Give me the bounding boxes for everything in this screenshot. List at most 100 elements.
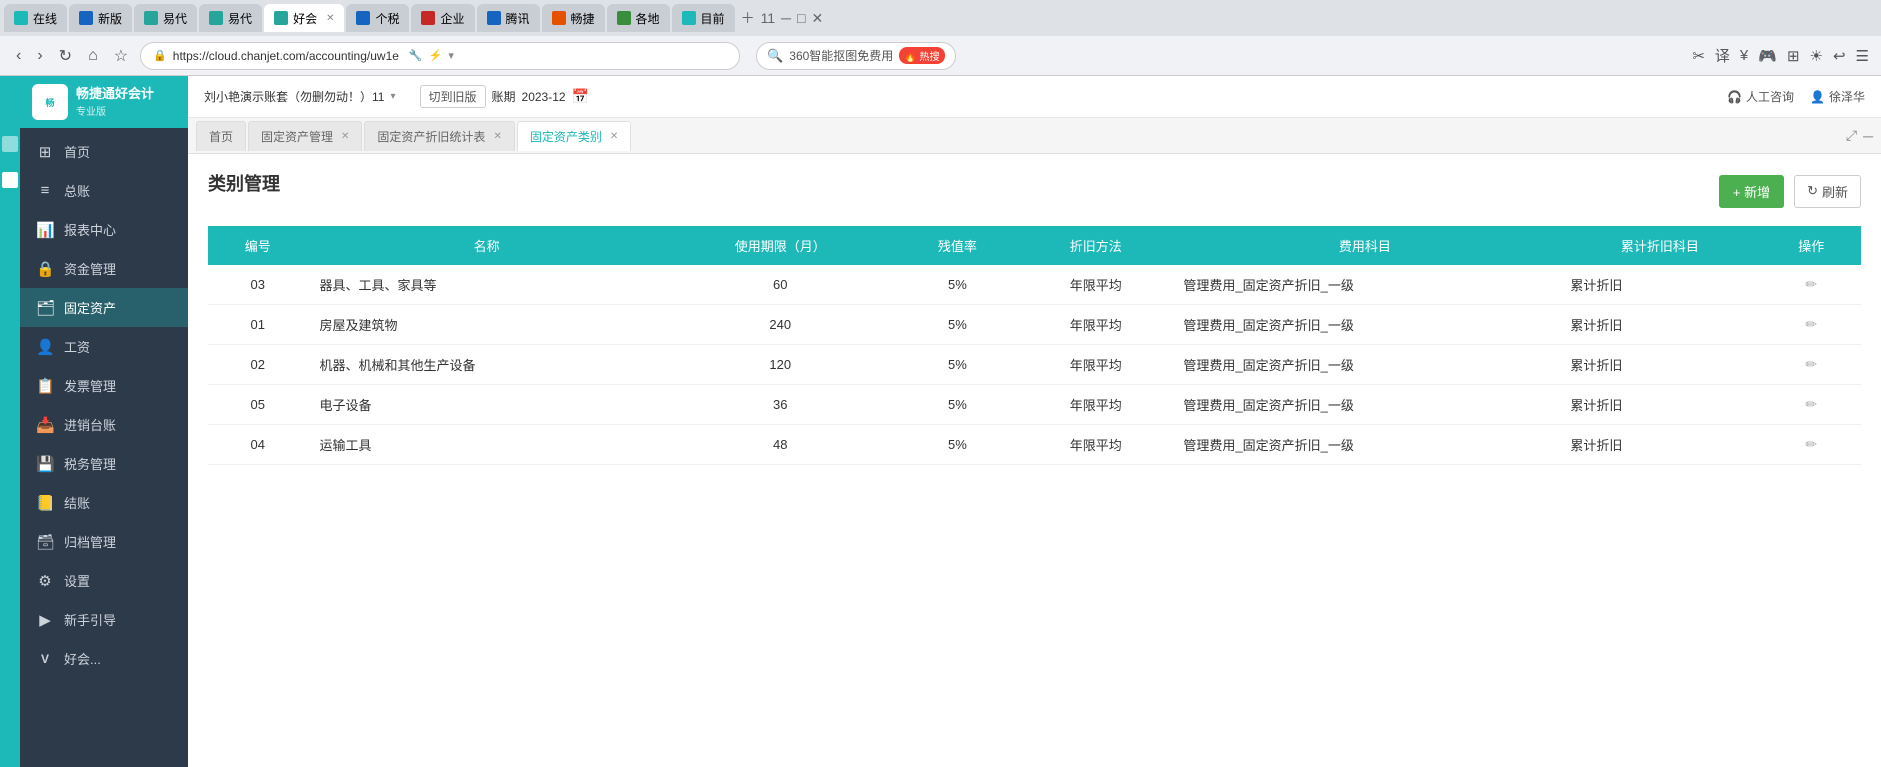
- search-bar[interactable]: 🔍 360智能抠图免费用 🔥 热搜: [756, 42, 955, 70]
- app-tab-depreciation-stat[interactable]: 固定资产折旧统计表 ✕: [364, 121, 514, 151]
- col-header-name: 名称: [308, 226, 666, 265]
- search-text: 360智能抠图免费用: [789, 47, 893, 64]
- add-category-button[interactable]: + 新增: [1719, 175, 1784, 208]
- sidebar-item-invoice[interactable]: 📋 发票管理: [20, 366, 188, 405]
- cell-method: 年限平均: [1020, 425, 1171, 465]
- tab-minimize-button[interactable]: ─: [1863, 128, 1873, 144]
- sidebar-item-sales[interactable]: 📥 进销台账: [20, 405, 188, 444]
- browser-toolbar-right: ✂ 译 ¥ 🎮 ⊞ ☀ ↩ ☰: [1692, 45, 1869, 66]
- maximize-button[interactable]: □: [797, 10, 805, 26]
- minimize-button[interactable]: ─: [781, 10, 791, 26]
- sidebar-item-home-label: 首页: [64, 142, 90, 161]
- app-tab-asset-category-close[interactable]: ✕: [610, 131, 618, 142]
- table-body: 03 器具、工具、家具等 60 5% 年限平均 管理费用_固定资产折旧_一级 累…: [208, 265, 1861, 465]
- translate-icon[interactable]: 译: [1715, 45, 1730, 66]
- app-tab-assets-mgmt[interactable]: 固定资产管理 ✕: [248, 121, 362, 151]
- app-tab-assets-mgmt-close[interactable]: ✕: [341, 131, 349, 142]
- sidebar-item-guide-label: 新手引导: [64, 610, 116, 629]
- user-dropdown-icon[interactable]: ▾: [390, 91, 395, 102]
- sidebar-item-settlement[interactable]: 📒 结账: [20, 483, 188, 522]
- app-tab-asset-category[interactable]: 固定资产类别 ✕: [517, 121, 631, 151]
- edit-button[interactable]: ✏: [1805, 396, 1817, 412]
- user-info: 刘小艳演示账套（勿删勿动！）11 ▾: [204, 88, 396, 105]
- edit-button[interactable]: ✏: [1805, 276, 1817, 292]
- game-icon[interactable]: 🎮: [1758, 47, 1777, 65]
- switch-version-button[interactable]: 切到旧版: [420, 85, 486, 108]
- sidebar-menu: ⊞ 首页 ≡ 总账 📊 报表中心 🔒 资金管理 🗂 固定资产 👤 工资: [20, 128, 188, 767]
- cell-rate: 5%: [895, 425, 1020, 465]
- browser-tab-xinban[interactable]: 新版: [69, 4, 132, 32]
- cell-accum: 累计折旧: [1558, 305, 1761, 345]
- cell-period: 48: [666, 425, 895, 465]
- sidebar: 畅 畅捷通好会计 专业版 ⊞ 首页 ≡ 总账 📊 报表中心 🔒 资金管理: [20, 76, 188, 767]
- tab-list-button[interactable]: 11: [761, 10, 776, 26]
- page-title: 类别管理: [208, 170, 280, 196]
- tab-expand-button[interactable]: ⤢: [1846, 127, 1857, 144]
- refresh-icon: ↻: [1807, 183, 1818, 199]
- user-profile-button[interactable]: 👤 徐泽华: [1810, 88, 1865, 105]
- cell-method: 年限平均: [1020, 305, 1171, 345]
- browser-tab-yidai1[interactable]: 易代: [134, 4, 197, 32]
- new-tab-button[interactable]: ＋: [741, 8, 755, 28]
- browser-tab-muqian[interactable]: 目前: [672, 4, 735, 32]
- browser-tab-qiye[interactable]: 企业: [411, 4, 474, 32]
- browser-tab-gesui[interactable]: 个税: [346, 4, 409, 32]
- home-icon: ⊞: [36, 143, 54, 161]
- sun-icon[interactable]: ☀: [1810, 47, 1823, 65]
- cell-period: 60: [666, 265, 895, 305]
- wallet-icon[interactable]: ¥: [1740, 47, 1748, 64]
- col-header-rate: 残值率: [895, 226, 1020, 265]
- edit-button[interactable]: ✏: [1805, 316, 1817, 332]
- app-tab-home-label: 首页: [209, 128, 233, 145]
- sidebar-item-tax[interactable]: 💾 税务管理: [20, 444, 188, 483]
- address-input[interactable]: 🔒 https://cloud.chanjet.com/accounting/u…: [140, 42, 740, 70]
- logo-main-text: 畅捷通好会计: [76, 86, 154, 103]
- fixed-assets-icon: 🗂: [36, 299, 54, 317]
- menu-icon[interactable]: ☰: [1856, 47, 1869, 65]
- sales-icon: 📥: [36, 416, 54, 434]
- browser-tab-bar: 在线 新版 易代 易代 好会 ✕ 个税 企业 腾讯 畅捷 各地 目前 ＋: [0, 0, 1881, 36]
- cell-expense: 管理费用_固定资产折旧_一级: [1171, 425, 1558, 465]
- sidebar-item-guide[interactable]: ▶ 新手引导: [20, 600, 188, 639]
- edit-button[interactable]: ✏: [1805, 356, 1817, 372]
- cell-rate: 5%: [895, 265, 1020, 305]
- browser-tab-yidai2[interactable]: 易代: [199, 4, 262, 32]
- undo-icon[interactable]: ↩: [1833, 47, 1846, 65]
- browser-tab-changjie[interactable]: 畅捷: [542, 4, 605, 32]
- sidebar-item-home[interactable]: ⊞ 首页: [20, 132, 188, 171]
- edit-button[interactable]: ✏: [1805, 436, 1817, 452]
- bookmark-button[interactable]: ☆: [110, 44, 132, 68]
- home-button[interactable]: ⌂: [84, 45, 102, 67]
- sidebar-item-reports[interactable]: 📊 报表中心: [20, 210, 188, 249]
- help-button[interactable]: 🎧 人工咨询: [1727, 88, 1794, 105]
- grid-icon[interactable]: ⊞: [1787, 47, 1800, 65]
- forward-button[interactable]: ›: [33, 45, 46, 67]
- reports-icon: 📊: [36, 221, 54, 239]
- sidebar-item-v[interactable]: V 好会...: [20, 639, 188, 678]
- sidebar-item-payroll[interactable]: 👤 工资: [20, 327, 188, 366]
- sidebar-item-ledger[interactable]: ≡ 总账: [20, 171, 188, 210]
- back-button[interactable]: ‹: [12, 45, 25, 67]
- page-actions: + 新增 ↻ 刷新: [1719, 175, 1861, 208]
- browser-tab-gedi[interactable]: 各地: [607, 4, 670, 32]
- browser-tab-haohui[interactable]: 好会 ✕: [264, 4, 344, 32]
- app-tab-depreciation-stat-close[interactable]: ✕: [493, 131, 501, 142]
- browser-tab-zaixin[interactable]: 在线: [4, 4, 67, 32]
- app-tab-depreciation-stat-label: 固定资产折旧统计表: [377, 128, 485, 145]
- cell-name: 电子设备: [308, 385, 666, 425]
- refresh-button[interactable]: ↻ 刷新: [1794, 175, 1861, 208]
- app-tab-home[interactable]: 首页: [196, 121, 246, 151]
- scissors-icon[interactable]: ✂: [1692, 47, 1705, 65]
- sidebar-item-fixed-assets[interactable]: 🗂 固定资产: [20, 288, 188, 327]
- refresh-browser-button[interactable]: ↻: [55, 44, 76, 68]
- calendar-icon[interactable]: 📅: [572, 88, 589, 105]
- payroll-icon: 👤: [36, 338, 54, 356]
- browser-tab-tengxun[interactable]: 腾讯: [477, 4, 540, 32]
- sidebar-item-funds[interactable]: 🔒 资金管理: [20, 249, 188, 288]
- cell-accum: 累计折旧: [1558, 385, 1761, 425]
- sidebar-item-settings[interactable]: ⚙ 设置: [20, 561, 188, 600]
- browser-tab-close[interactable]: ✕: [326, 13, 334, 24]
- tab-actions: ＋ 11 ─ □ ✕: [741, 8, 824, 28]
- close-window-button[interactable]: ✕: [812, 10, 824, 27]
- sidebar-item-archive[interactable]: 🗃 归档管理: [20, 522, 188, 561]
